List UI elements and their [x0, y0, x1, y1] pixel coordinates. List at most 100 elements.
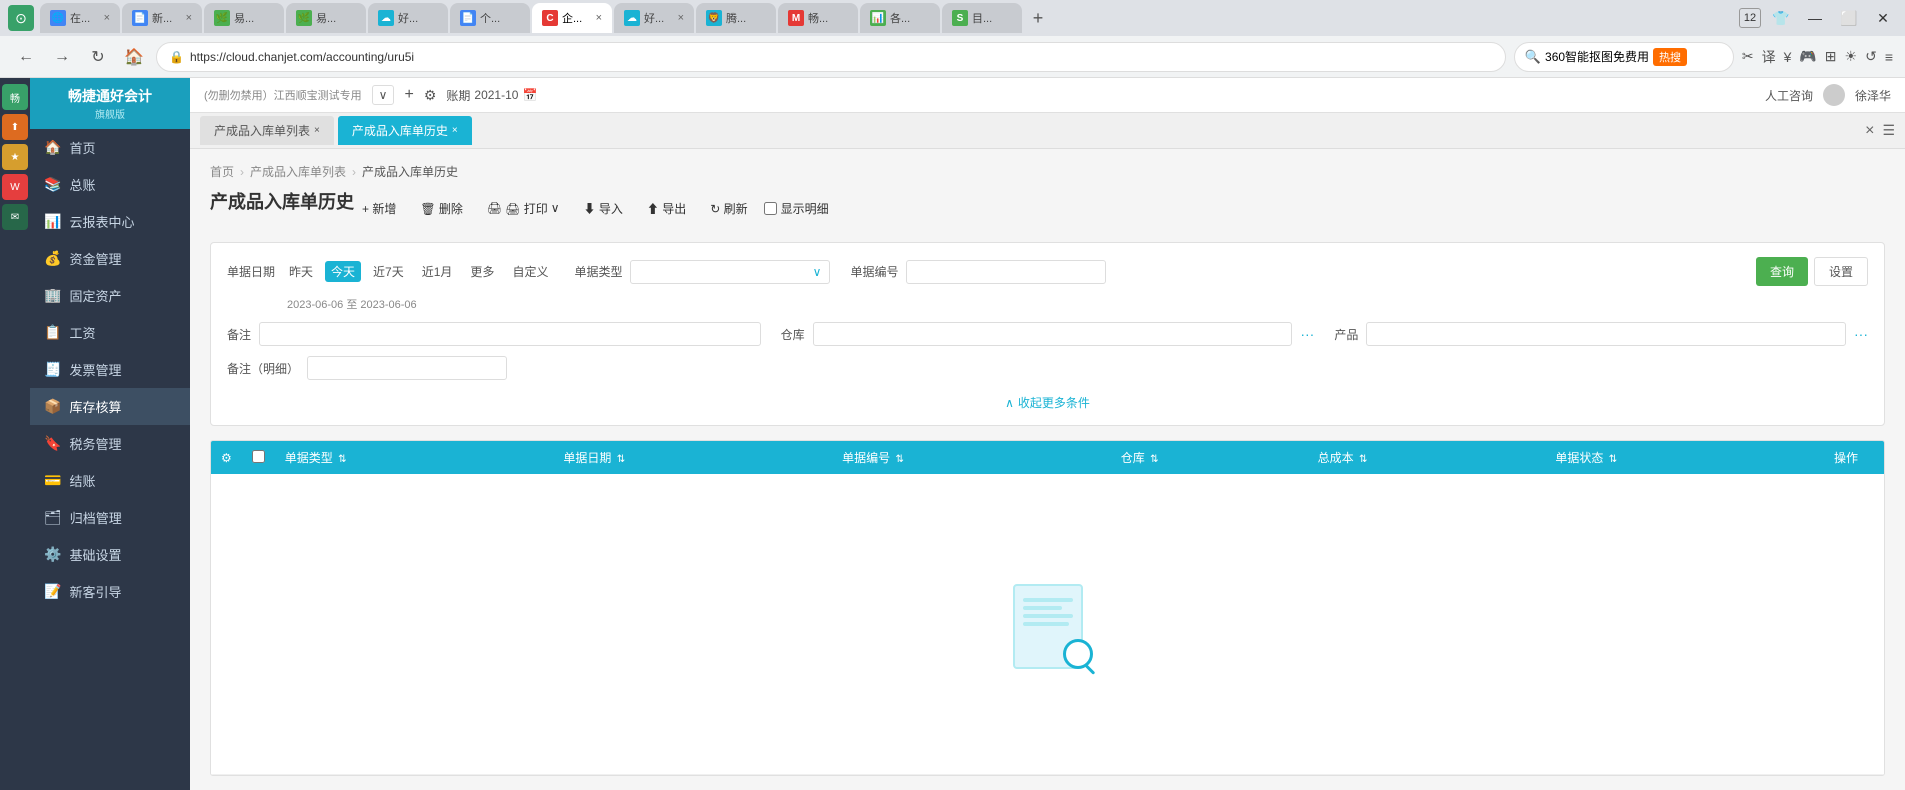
tab-history[interactable]: 产成品入库单历史 ×	[338, 116, 472, 145]
tab-close-1[interactable]: ×	[104, 12, 110, 24]
sidebar-item-tax[interactable]: 🔖 税务管理	[30, 425, 190, 462]
table-col-date[interactable]: 单据日期 ⇅	[553, 441, 832, 474]
sidebar-item-home[interactable]: 🏠 首页	[30, 129, 190, 166]
app-icon-mail[interactable]: ✉	[2, 204, 28, 230]
sidebar-item-asset[interactable]: 🏢 固定资产	[30, 277, 190, 314]
history-icon[interactable]: ↺	[1865, 48, 1877, 65]
tab-close-8[interactable]: ×	[678, 12, 684, 24]
company-selector[interactable]: ∨	[372, 85, 395, 105]
date-option-custom[interactable]: 自定义	[506, 261, 554, 282]
table-col-check[interactable]	[242, 441, 275, 474]
select-all-checkbox[interactable]	[252, 450, 265, 463]
sidebar-item-payroll[interactable]: 📋 工资	[30, 314, 190, 351]
browser-tab-3[interactable]: 🌿 易...	[204, 3, 284, 33]
table-col-number[interactable]: 单据编号 ⇅	[832, 441, 1111, 474]
product-filter-input[interactable]	[1366, 322, 1846, 346]
grid-icon[interactable]: ⊞	[1825, 48, 1837, 65]
date-option-yesterday[interactable]: 昨天	[283, 261, 319, 282]
tab-close-2[interactable]: ×	[186, 12, 192, 24]
close-button[interactable]: ✕	[1869, 4, 1897, 32]
browser-tab-8[interactable]: ☁ 好... ×	[614, 3, 694, 33]
app-icon-orange[interactable]: ⬆	[2, 114, 28, 140]
date-option-more[interactable]: 更多	[464, 261, 500, 282]
export-button[interactable]: ⬆ 导出	[639, 197, 694, 220]
forward-button[interactable]: →	[48, 43, 76, 71]
browser-tab-6[interactable]: 📄 个...	[450, 3, 530, 33]
table-col-gear[interactable]: ⚙	[211, 441, 242, 474]
refresh-button[interactable]: ↻ 刷新	[702, 197, 755, 220]
tab-history-close[interactable]: ×	[452, 125, 458, 136]
warehouse-picker-icon[interactable]: ···	[1300, 326, 1314, 342]
sidebar-item-checkout[interactable]: 💳 结账	[30, 462, 190, 499]
table-col-type[interactable]: 单据类型 ⇅	[275, 441, 554, 474]
search-bar[interactable]: 🔍 360智能抠图免费用 热搜	[1514, 42, 1734, 72]
minimize-button[interactable]: —	[1801, 4, 1829, 32]
maximize-button[interactable]: ⬜	[1835, 4, 1863, 32]
browser-logo[interactable]: ⊙	[8, 5, 34, 31]
import-button[interactable]: ⬇ 导入	[576, 197, 631, 220]
new-tab-button[interactable]: +	[1024, 4, 1052, 32]
translate-icon[interactable]: 译	[1762, 47, 1776, 67]
sidebar-item-ledger[interactable]: 📚 总账	[30, 166, 190, 203]
product-picker-icon[interactable]: ···	[1854, 326, 1868, 342]
display-detail-checkbox[interactable]	[764, 202, 777, 215]
sidebar-item-fund[interactable]: 💰 资金管理	[30, 240, 190, 277]
refresh-button[interactable]: ↻	[84, 43, 112, 71]
service-link[interactable]: 人工咨询	[1765, 87, 1813, 104]
tab-list-close[interactable]: ×	[314, 125, 320, 136]
browser-tab-11[interactable]: 📊 各...	[860, 3, 940, 33]
table-col-cost[interactable]: 总成本 ⇅	[1308, 441, 1546, 474]
browser-tab-12[interactable]: S 目...	[942, 3, 1022, 33]
new-button[interactable]: + 新增	[354, 197, 404, 220]
sidebar-item-report[interactable]: 📊 云报表中心	[30, 203, 190, 240]
panel-menu-button[interactable]: ☰	[1882, 122, 1895, 139]
period-selector[interactable]: 账期 2021-10 📅	[446, 87, 537, 104]
app-icon-changjie[interactable]: 畅	[2, 84, 28, 110]
app-icon-star[interactable]: ★	[2, 144, 28, 170]
date-option-7days[interactable]: 近7天	[367, 261, 410, 282]
settings-gear-icon[interactable]: ⚙	[424, 87, 437, 104]
tab-close-7[interactable]: ×	[596, 12, 602, 24]
yuan-icon[interactable]: ¥	[1784, 49, 1792, 65]
add-company-button[interactable]: +	[404, 86, 413, 104]
game-icon[interactable]: 🎮	[1799, 48, 1816, 65]
scissors-icon[interactable]: ✂	[1742, 48, 1754, 65]
table-col-status[interactable]: 单据状态 ⇅	[1545, 441, 1824, 474]
browser-tab-7[interactable]: C 企... ×	[532, 3, 612, 33]
browser-tab-9[interactable]: 🦁 腾...	[696, 3, 776, 33]
detail-remark-filter-input[interactable]	[307, 356, 507, 380]
sidebar-item-settings[interactable]: ⚙️ 基础设置	[30, 536, 190, 573]
breadcrumb-list[interactable]: 产成品入库单列表	[250, 163, 346, 180]
browser-tab-1[interactable]: 🌐 在... ×	[40, 3, 120, 33]
date-option-1month[interactable]: 近1月	[416, 261, 459, 282]
breadcrumb-home[interactable]: 首页	[210, 163, 234, 180]
browser-tab-10[interactable]: M 畅...	[778, 3, 858, 33]
sidebar-item-newrecord[interactable]: 📝 新客引导	[30, 573, 190, 610]
menu-icon[interactable]: ≡	[1885, 49, 1893, 65]
display-detail-toggle[interactable]: 显示明细	[764, 200, 829, 217]
app-icon-red[interactable]: W	[2, 174, 28, 200]
settings-button[interactable]: 设置	[1814, 257, 1868, 286]
delete-button[interactable]: 🗑 删除	[412, 197, 471, 220]
remark-filter-input[interactable]	[259, 322, 761, 346]
home-button[interactable]: 🏠	[120, 43, 148, 71]
print-button[interactable]: 🖨 🖨 打印 ∨	[479, 197, 568, 220]
panel-close-button[interactable]: ×	[1865, 122, 1874, 140]
number-filter-input[interactable]	[906, 260, 1106, 284]
collapse-filter-button[interactable]: ∧ 收起更多条件	[227, 388, 1868, 411]
sidebar-item-inventory[interactable]: 📦 库存核算	[30, 388, 190, 425]
browser-tab-2[interactable]: 📄 新... ×	[122, 3, 202, 33]
warehouse-filter-input[interactable]	[813, 322, 1293, 346]
address-input[interactable]: 🔒 https://cloud.chanjet.com/accounting/u…	[156, 42, 1506, 72]
browser-tab-4[interactable]: 🌿 易...	[286, 3, 366, 33]
theme-icon[interactable]: ☀	[1845, 48, 1858, 65]
tab-list[interactable]: 产成品入库单列表 ×	[200, 116, 334, 145]
back-button[interactable]: ←	[12, 43, 40, 71]
date-option-today[interactable]: 今天	[325, 261, 361, 282]
table-col-warehouse[interactable]: 仓库 ⇅	[1111, 441, 1308, 474]
table-gear-icon[interactable]: ⚙	[221, 451, 232, 465]
sidebar-item-invoice[interactable]: 🧾 发票管理	[30, 351, 190, 388]
browser-tab-5[interactable]: ☁ 好...	[368, 3, 448, 33]
sidebar-item-archive[interactable]: 🗂 归档管理	[30, 499, 190, 536]
query-button[interactable]: 查询	[1756, 257, 1808, 286]
